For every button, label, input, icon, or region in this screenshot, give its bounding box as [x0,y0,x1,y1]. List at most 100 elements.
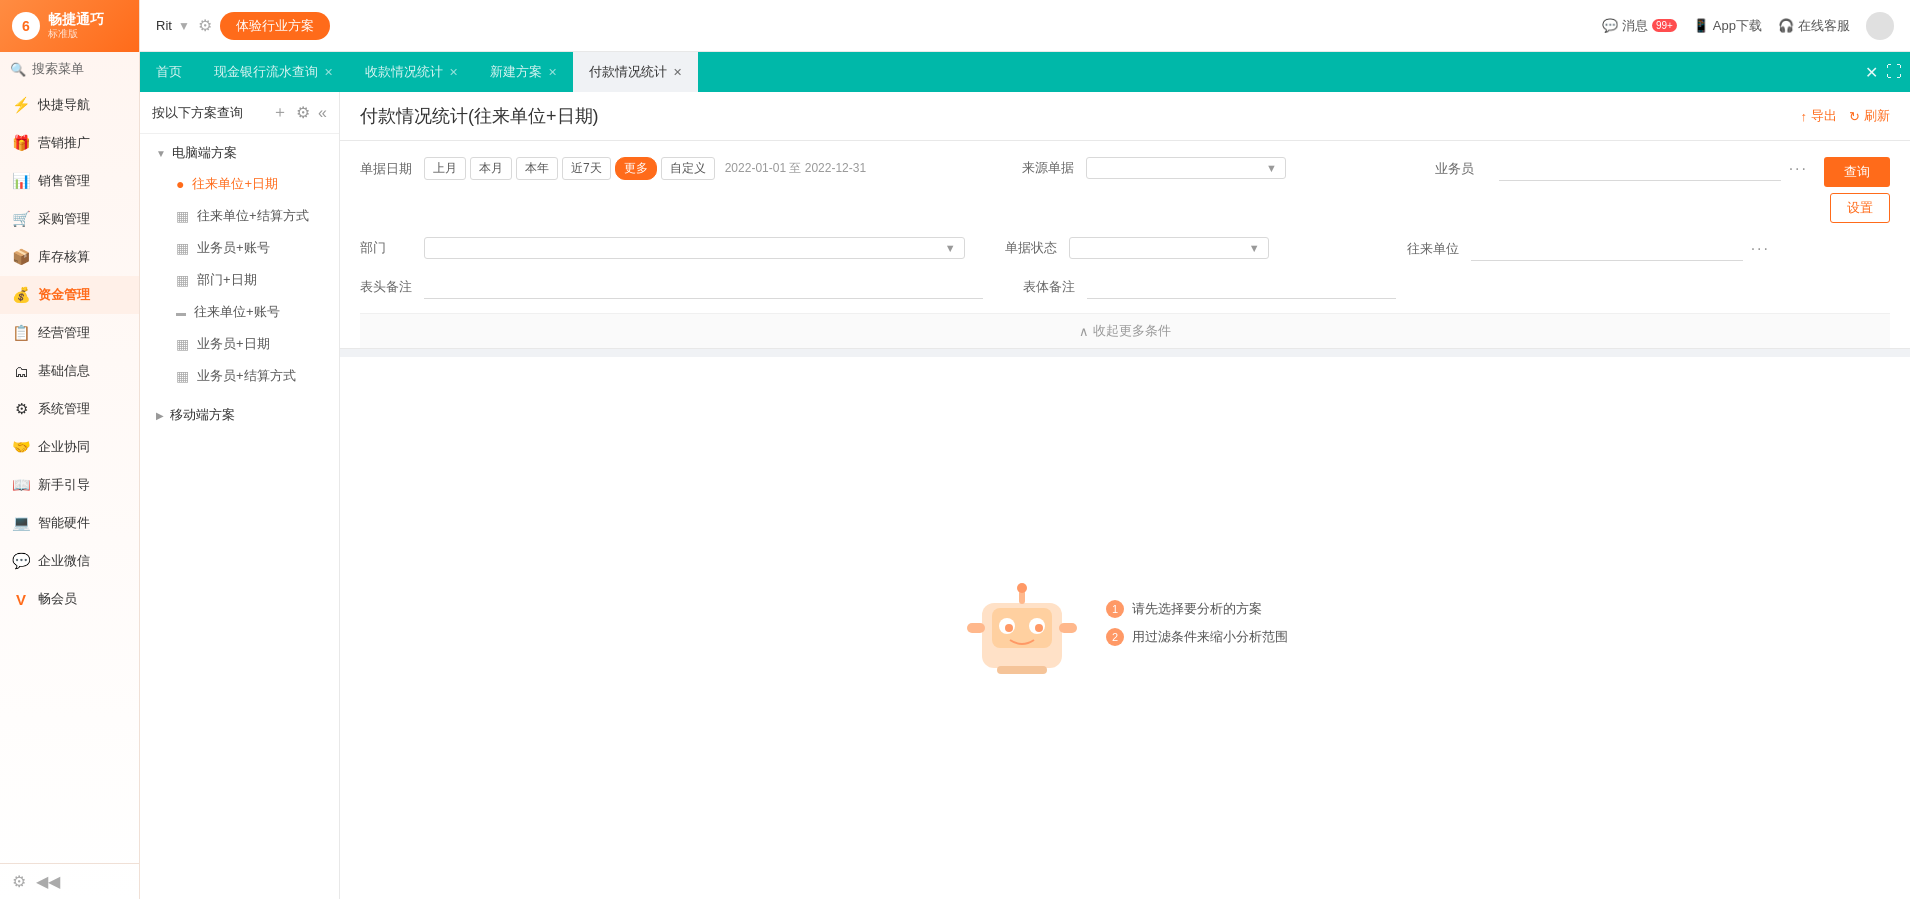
settings-icon[interactable]: ⚙ [12,872,26,891]
sidebar-item-operations[interactable]: 📋 经营管理 [0,314,139,352]
scheme-item-staff-payment[interactable]: ▦ 业务员+结算方式 [140,360,339,392]
company-selector[interactable]: Rit ▼ [156,18,190,33]
staff-dots-btn[interactable]: ··· [1789,160,1808,178]
tab-new-plan[interactable]: 新建方案 ✕ [474,52,573,92]
date-btn-custom[interactable]: 自定义 [661,157,715,180]
scheme-group-desktop-title[interactable]: ▼ 电脑端方案 [140,138,339,168]
table-header-note-input[interactable] [424,275,983,299]
scheme-item-counterpart-payment[interactable]: ▦ 往来单位+结算方式 [140,200,339,232]
sidebar-item-weixin[interactable]: 💬 企业微信 [0,542,139,580]
user-avatar[interactable] [1866,12,1894,40]
online-support-action[interactable]: 🎧 在线客服 [1778,17,1850,35]
collapse-icon: ∧ [1079,324,1089,339]
sidebar-item-system[interactable]: ⚙ 系统管理 [0,390,139,428]
main-area: Rit ▼ ⚙ 体验行业方案 💬 消息 99+ 📱 App下载 🎧 在线客服 [140,0,1910,899]
hint-number-1: 1 [1106,600,1124,618]
voucher-status-select[interactable]: ▼ [1069,237,1269,259]
set-button[interactable]: 设置 [1830,193,1890,223]
collapse-sidebar-icon[interactable]: ◀◀ [36,872,60,891]
collapse-more-conditions[interactable]: ∧ 收起更多条件 [360,313,1890,348]
tab-bank-flow[interactable]: 现金银行流水查询 ✕ [198,52,349,92]
scheme-item-staff-account[interactable]: ▦ 业务员+账号 [140,232,339,264]
export-icon: ↑ [1801,109,1808,124]
expand-tabs-icon[interactable]: ⛶ [1886,63,1902,81]
date-btn-more[interactable]: 更多 [615,157,657,180]
sidebar: 6 畅捷通巧 标准版 🔍 搜索菜单 ⚡ 快捷导航 🎁 营销推广 📊 销售管理 🛒… [0,0,140,899]
finance-icon: 💰 [12,286,30,304]
dept-arrow-icon: ▼ [945,242,956,254]
scheme-item-counterpart-account[interactable]: ▬ 往来单位+账号 [140,296,339,328]
tab-new-plan-label: 新建方案 [490,63,542,81]
app-download-action[interactable]: 📱 App下载 [1693,17,1762,35]
sidebar-item-marketing[interactable]: 🎁 营销推广 [0,124,139,162]
scheme-icon-2: ▦ [176,240,189,256]
trial-button[interactable]: 体验行业方案 [220,12,330,40]
empty-state: 1 请先选择要分析的方案 2 用过滤条件来缩小分析范围 [340,357,1910,899]
add-scheme-icon[interactable]: ＋ [272,102,288,123]
tab-collection-stats[interactable]: 收款情况统计 ✕ [349,52,474,92]
hint-number-2: 2 [1106,628,1124,646]
table-body-note-input[interactable] [1087,275,1397,299]
tab-payment-stats-close[interactable]: ✕ [673,67,682,78]
svg-rect-6 [967,623,985,633]
tab-bank-flow-close[interactable]: ✕ [324,67,333,78]
date-btn-this-year[interactable]: 本年 [516,157,558,180]
logo-text: 畅捷通巧 标准版 [48,11,104,42]
sidebar-item-inventory[interactable]: 📦 库存核算 [0,238,139,276]
dept-select[interactable]: ▼ [424,237,965,259]
sidebar-search[interactable]: 🔍 搜索菜单 [0,52,139,86]
scheme-item-counterpart-date[interactable]: ● 往来单位+日期 [140,168,339,200]
filter-source: 来源单据 ▼ [1022,157,1395,179]
sidebar-item-member[interactable]: V 畅会员 [0,580,139,618]
guide-icon: 📖 [12,476,30,494]
counterpart-input[interactable] [1471,237,1742,261]
tab-new-plan-close[interactable]: ✕ [548,67,557,78]
dept-label: 部门 [360,239,416,257]
refresh-button[interactable]: ↻ 刷新 [1849,107,1890,125]
close-tabs-icon[interactable]: ✕ [1865,63,1878,82]
messages-badge: 99+ [1652,19,1677,32]
tab-payment-stats[interactable]: 付款情况统计 ✕ [573,52,698,92]
settings-gear-icon[interactable]: ⚙ [198,16,212,35]
counterpart-dots-btn[interactable]: ··· [1751,240,1770,258]
table-body-note-label: 表体备注 [1023,278,1079,296]
scheme-group-mobile-title[interactable]: ▶ 移动端方案 [140,400,339,430]
filter-staff: 业务员 ··· [1435,157,1808,181]
sidebar-item-basic-info[interactable]: 🗂 基础信息 [0,352,139,390]
sidebar-item-guide[interactable]: 📖 新手引导 [0,466,139,504]
sidebar-item-finance[interactable]: 💰 资金管理 [0,276,139,314]
query-button[interactable]: 查询 [1824,157,1890,187]
voucher-status-label: 单据状态 [1005,239,1061,257]
svg-rect-7 [1059,623,1077,633]
empty-illustration [962,568,1082,688]
source-label: 来源单据 [1022,159,1078,177]
sidebar-item-enterprise[interactable]: 🤝 企业协同 [0,428,139,466]
sidebar-item-purchase[interactable]: 🛒 采购管理 [0,200,139,238]
settings-scheme-icon[interactable]: ⚙ [296,103,310,122]
sidebar-item-sales[interactable]: 📊 销售管理 [0,162,139,200]
tab-collection-stats-close[interactable]: ✕ [449,67,458,78]
source-select[interactable]: ▼ [1086,157,1286,179]
staff-label: 业务员 [1435,160,1491,178]
sidebar-item-hardware[interactable]: 💻 智能硬件 [0,504,139,542]
date-label: 单据日期 [360,160,416,178]
staff-input[interactable] [1499,157,1781,181]
scheme-panel-header: 按以下方案查询 ＋ ⚙ « [140,92,339,134]
filter-table-header-note: 表头备注 [360,275,983,299]
tab-payment-stats-label: 付款情况统计 [589,63,667,81]
date-btn-this-month[interactable]: 本月 [470,157,512,180]
tab-home[interactable]: 首页 [140,52,198,92]
hardware-icon: 💻 [12,514,30,532]
scheme-item-dept-date[interactable]: ▦ 部门+日期 [140,264,339,296]
date-btn-last-month[interactable]: 上月 [424,157,466,180]
export-button[interactable]: ↑ 导出 [1801,107,1838,125]
empty-hint-2: 2 用过滤条件来缩小分析范围 [1106,628,1288,646]
sidebar-item-quick-nav[interactable]: ⚡ 快捷导航 [0,86,139,124]
svg-rect-8 [997,666,1047,674]
messages-action[interactable]: 💬 消息 99+ [1602,17,1677,35]
collapse-scheme-icon[interactable]: « [318,104,327,122]
scheme-item-staff-date[interactable]: ▦ 业务员+日期 [140,328,339,360]
date-btn-7days[interactable]: 近7天 [562,157,611,180]
top-header: Rit ▼ ⚙ 体验行业方案 💬 消息 99+ 📱 App下载 🎧 在线客服 [140,0,1910,52]
sales-icon: 📊 [12,172,30,190]
